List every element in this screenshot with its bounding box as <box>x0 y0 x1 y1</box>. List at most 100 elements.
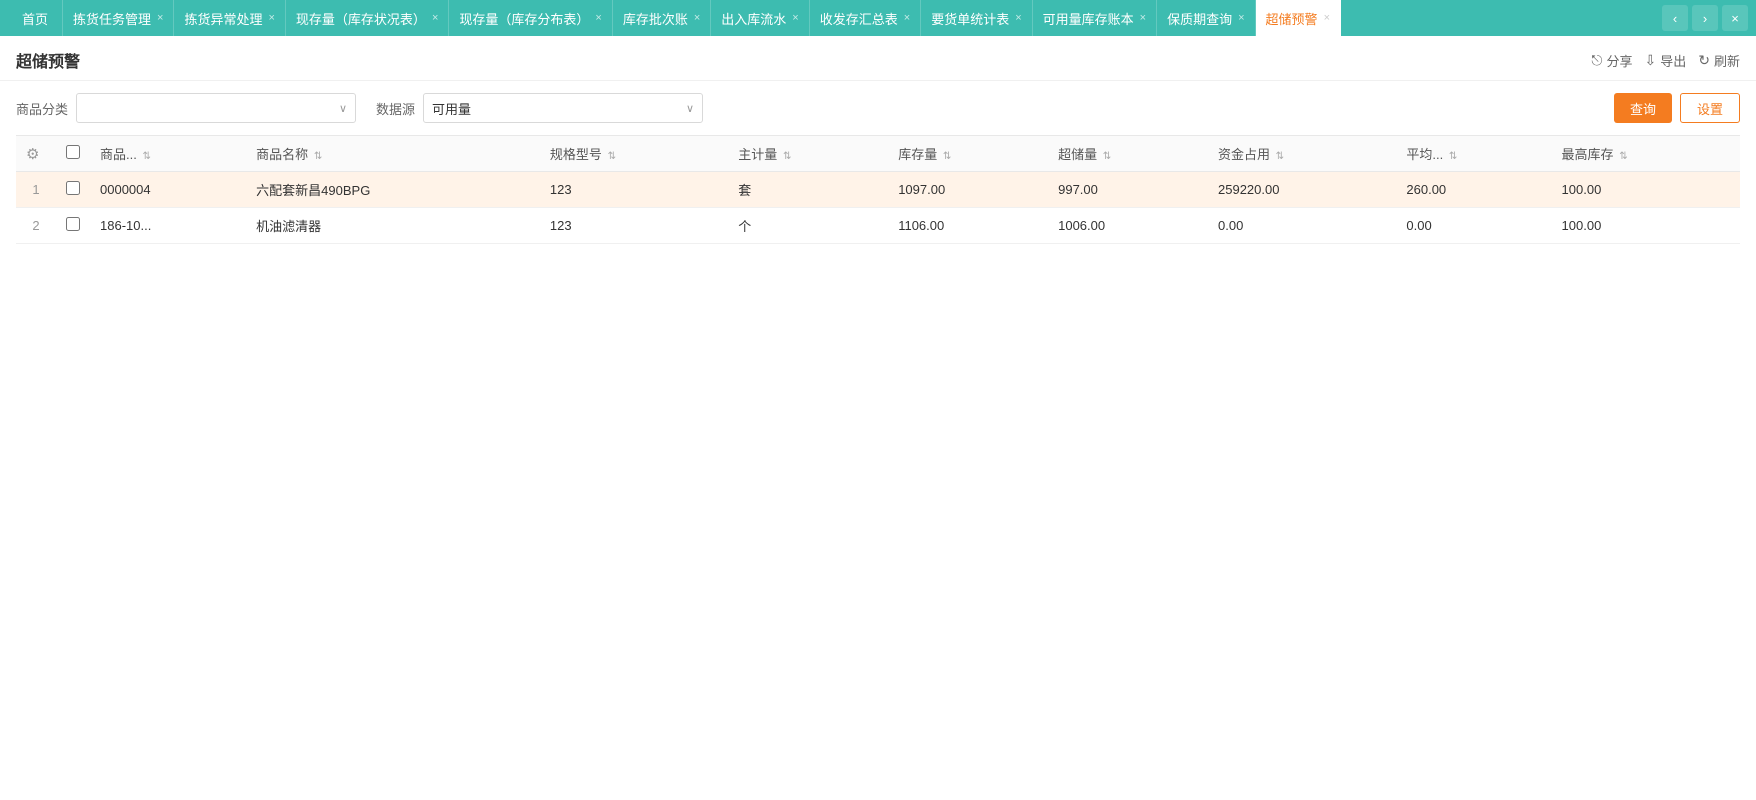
settings-button[interactable]: 设置 <box>1680 93 1740 123</box>
refresh-label: 刷新 <box>1714 51 1740 70</box>
share-button[interactable]: ⎋ 分享 <box>1591 51 1632 70</box>
close-tab-stock-status[interactable]: × <box>432 12 438 24</box>
main-content: 超储预警 ⎋ 分享 ⇩ 导出 ↻ 刷新 商品分类 ∨ 数据源 <box>0 36 1756 800</box>
tab-overstock[interactable]: 超储预警 × <box>1256 0 1341 36</box>
refresh-icon: ↻ <box>1698 52 1710 69</box>
tab-requisition[interactable]: 要货单统计表 × <box>921 0 1032 36</box>
tab-bar: 首页 拣货任务管理 × 拣货异常处理 × 现存量（库存状况表） × 现存量（库存… <box>0 0 1756 36</box>
row-checkbox-cell <box>56 208 90 244</box>
data-source-filter: 数据源 可用量 ∨ <box>376 93 703 123</box>
col-settings: ⚙ <box>16 136 56 172</box>
cell-avg: 0.00 <box>1396 208 1551 244</box>
tab-pickexc[interactable]: 拣货异常处理 × <box>174 0 285 36</box>
cell-avg: 260.00 <box>1396 172 1551 208</box>
col-product-name[interactable]: 商品名称 ⇅ <box>246 136 540 172</box>
cell-product-name: 六配套新昌490BPG <box>246 172 540 208</box>
cell-overstock: 1006.00 <box>1048 208 1208 244</box>
tab-batch[interactable]: 库存批次账 × <box>613 0 711 36</box>
tab-stock-status[interactable]: 现存量（库存状况表） × <box>286 0 449 36</box>
product-category-select[interactable]: ∨ <box>76 93 356 123</box>
col-spec[interactable]: 规格型号 ⇅ <box>540 136 728 172</box>
share-icon: ⎋ <box>1591 52 1602 69</box>
refresh-button[interactable]: ↻ 刷新 <box>1698 51 1740 70</box>
sort-product-name-icon: ⇅ <box>314 151 322 162</box>
sort-product-code-icon: ⇅ <box>142 151 150 162</box>
sort-unit-icon: ⇅ <box>783 151 791 162</box>
cell-product-code: 186-10... <box>90 208 246 244</box>
tab-home[interactable]: 首页 <box>8 0 63 36</box>
data-source-label: 数据源 <box>376 99 415 118</box>
cell-unit: 个 <box>728 208 888 244</box>
share-label: 分享 <box>1606 51 1632 70</box>
close-tab-inout[interactable]: × <box>792 12 798 24</box>
data-source-select[interactable]: 可用量 ∨ <box>423 93 703 123</box>
table-header-row: ⚙ 商品... ⇅ 商品名称 ⇅ 规格型号 ⇅ <box>16 136 1740 172</box>
col-avg[interactable]: 平均... ⇅ <box>1396 136 1551 172</box>
tab-next-button[interactable]: › <box>1692 5 1718 31</box>
col-overstock[interactable]: 超储量 ⇅ <box>1048 136 1208 172</box>
tab-inout[interactable]: 出入库流水 × <box>711 0 809 36</box>
sort-overstock-icon: ⇅ <box>1103 151 1111 162</box>
col-product-code[interactable]: 商品... ⇅ <box>90 136 246 172</box>
cell-stock: 1097.00 <box>888 172 1048 208</box>
close-tab-pickexc[interactable]: × <box>268 12 274 24</box>
cell-max-stock: 100.00 <box>1552 172 1740 208</box>
close-tab-expiry[interactable]: × <box>1238 12 1244 24</box>
overstock-table: ⚙ 商品... ⇅ 商品名称 ⇅ 规格型号 ⇅ <box>16 135 1740 244</box>
cell-capital: 259220.00 <box>1208 172 1396 208</box>
row-checkbox-0[interactable] <box>66 181 80 195</box>
data-source-value: 可用量 <box>432 99 471 118</box>
query-button[interactable]: 查询 <box>1614 93 1672 123</box>
table-row: 2 186-10... 机油滤清器 123 个 1106.00 1006.00 … <box>16 208 1740 244</box>
select-all-checkbox[interactable] <box>66 145 80 159</box>
col-capital[interactable]: 资金占用 ⇅ <box>1208 136 1396 172</box>
close-tab-summary[interactable]: × <box>904 12 910 24</box>
close-tab-overstock[interactable]: × <box>1324 12 1330 24</box>
close-tab-stock-dist[interactable]: × <box>595 12 601 24</box>
page-header: 超储预警 ⎋ 分享 ⇩ 导出 ↻ 刷新 <box>0 36 1756 81</box>
product-category-filter: 商品分类 ∨ <box>16 93 356 123</box>
sort-max-stock-icon: ⇅ <box>1619 151 1627 162</box>
cell-product-name: 机油滤清器 <box>246 208 540 244</box>
product-category-arrow-icon: ∨ <box>339 102 347 115</box>
tab-prev-button[interactable]: ‹ <box>1662 5 1688 31</box>
col-unit[interactable]: 主计量 ⇅ <box>728 136 888 172</box>
cell-spec: 123 <box>540 172 728 208</box>
tab-expiry[interactable]: 保质期查询 × <box>1157 0 1255 36</box>
export-label: 导出 <box>1660 51 1686 70</box>
tab-summary[interactable]: 收发存汇总表 × <box>810 0 921 36</box>
filter-bar: 商品分类 ∨ 数据源 可用量 ∨ 查询 设置 <box>0 81 1756 135</box>
close-tab-available[interactable]: × <box>1140 12 1146 24</box>
sort-spec-icon: ⇅ <box>608 151 616 162</box>
page-title: 超储预警 <box>16 48 80 72</box>
cell-product-code: 0000004 <box>90 172 246 208</box>
export-icon: ⇩ <box>1645 52 1657 69</box>
row-number: 2 <box>16 208 56 244</box>
filter-buttons: 查询 设置 <box>1614 93 1740 123</box>
row-number: 1 <box>16 172 56 208</box>
tab-close-button[interactable]: × <box>1722 5 1748 31</box>
cell-overstock: 997.00 <box>1048 172 1208 208</box>
export-button[interactable]: ⇩ 导出 <box>1645 51 1687 70</box>
row-checkbox-1[interactable] <box>66 217 80 231</box>
close-tab-pickjob[interactable]: × <box>157 12 163 24</box>
tab-navigation: ‹ › × <box>1658 5 1748 31</box>
row-checkbox-cell <box>56 172 90 208</box>
sort-capital-icon: ⇅ <box>1276 151 1284 162</box>
col-checkbox <box>56 136 90 172</box>
close-tab-requisition[interactable]: × <box>1015 12 1021 24</box>
table-container: ⚙ 商品... ⇅ 商品名称 ⇅ 规格型号 ⇅ <box>0 135 1756 244</box>
tab-available[interactable]: 可用量库存账本 × <box>1033 0 1157 36</box>
tab-stock-dist[interactable]: 现存量（库存分布表） × <box>449 0 612 36</box>
product-category-label: 商品分类 <box>16 99 68 118</box>
close-tab-batch[interactable]: × <box>694 12 700 24</box>
tab-pickjob[interactable]: 拣货任务管理 × <box>63 0 174 36</box>
col-stock[interactable]: 库存量 ⇅ <box>888 136 1048 172</box>
col-max-stock[interactable]: 最高库存 ⇅ <box>1552 136 1740 172</box>
cell-capital: 0.00 <box>1208 208 1396 244</box>
table-settings-icon[interactable]: ⚙ <box>26 146 39 163</box>
cell-spec: 123 <box>540 208 728 244</box>
sort-stock-icon: ⇅ <box>943 151 951 162</box>
cell-unit: 套 <box>728 172 888 208</box>
cell-max-stock: 100.00 <box>1552 208 1740 244</box>
